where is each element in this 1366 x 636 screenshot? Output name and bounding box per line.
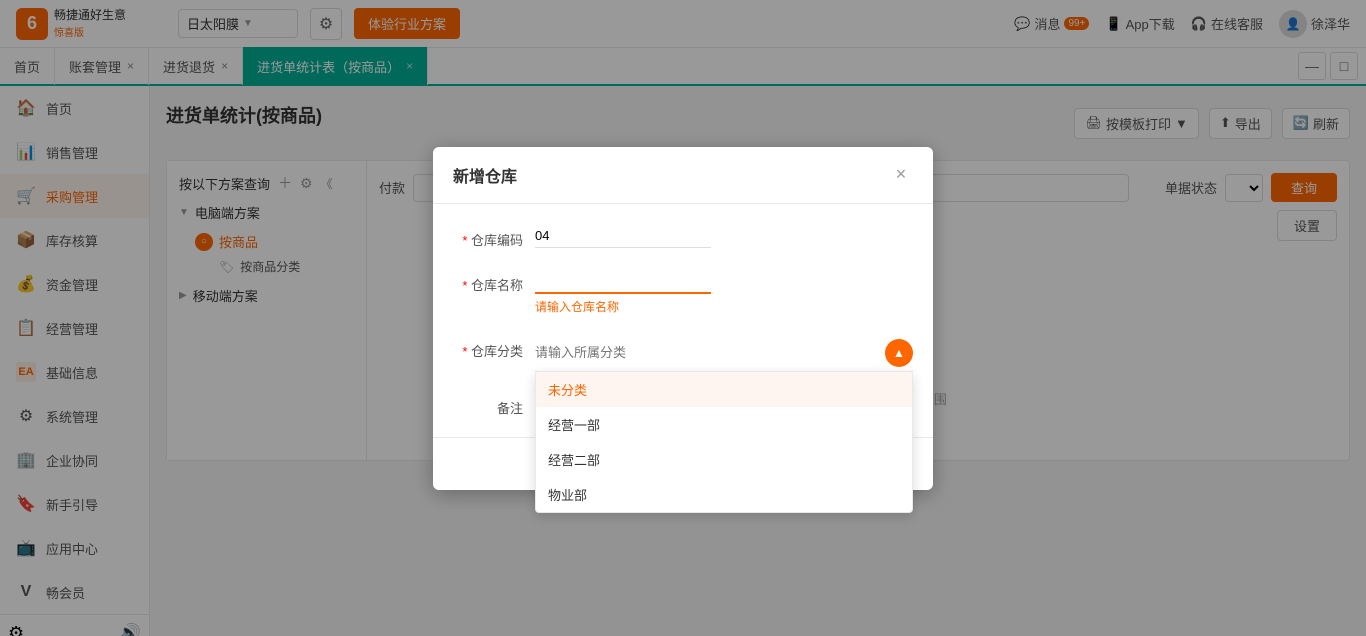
modal-close-button[interactable]: × [889,163,913,187]
name-input[interactable] [535,269,711,294]
category-field: ▲ 未分类 经营一部 经营二部 物业部 [535,335,913,372]
modal-body: 仓库编码 仓库名称 请输入仓库名称 仓库分类 ▲ [433,204,933,437]
code-input[interactable] [535,224,711,248]
name-label: 仓库名称 [453,269,523,294]
category-dropdown-trigger[interactable]: ▲ [535,335,913,372]
code-label: 仓库编码 [453,224,523,249]
modal-header: 新增仓库 × [433,147,933,204]
dropdown-item-3[interactable]: 物业部 [536,477,912,512]
remark-label: 备注 [453,392,523,417]
form-row-code: 仓库编码 [453,224,913,249]
modal-title: 新增仓库 [453,163,517,187]
code-field [535,224,913,248]
dropdown-item-0[interactable]: 未分类 [536,372,912,407]
category-label: 仓库分类 [453,335,523,360]
dropdown-item-1[interactable]: 经营一部 [536,407,912,442]
category-dropdown-list: 未分类 经营一部 经营二部 物业部 [535,371,913,513]
category-input[interactable] [535,345,885,360]
dropdown-item-2[interactable]: 经营二部 [536,442,912,477]
new-warehouse-modal: 新增仓库 × 仓库编码 仓库名称 请输入仓库名称 仓库分类 [433,147,933,490]
category-dropdown-arrow-up-icon[interactable]: ▲ [885,339,913,367]
name-error-text: 请输入仓库名称 [535,298,913,315]
name-field: 请输入仓库名称 [535,269,913,315]
form-row-name: 仓库名称 请输入仓库名称 [453,269,913,315]
modal-overlay[interactable]: 新增仓库 × 仓库编码 仓库名称 请输入仓库名称 仓库分类 [0,0,1366,636]
form-row-category: 仓库分类 ▲ 未分类 经营一部 经营二部 物业部 [453,335,913,372]
